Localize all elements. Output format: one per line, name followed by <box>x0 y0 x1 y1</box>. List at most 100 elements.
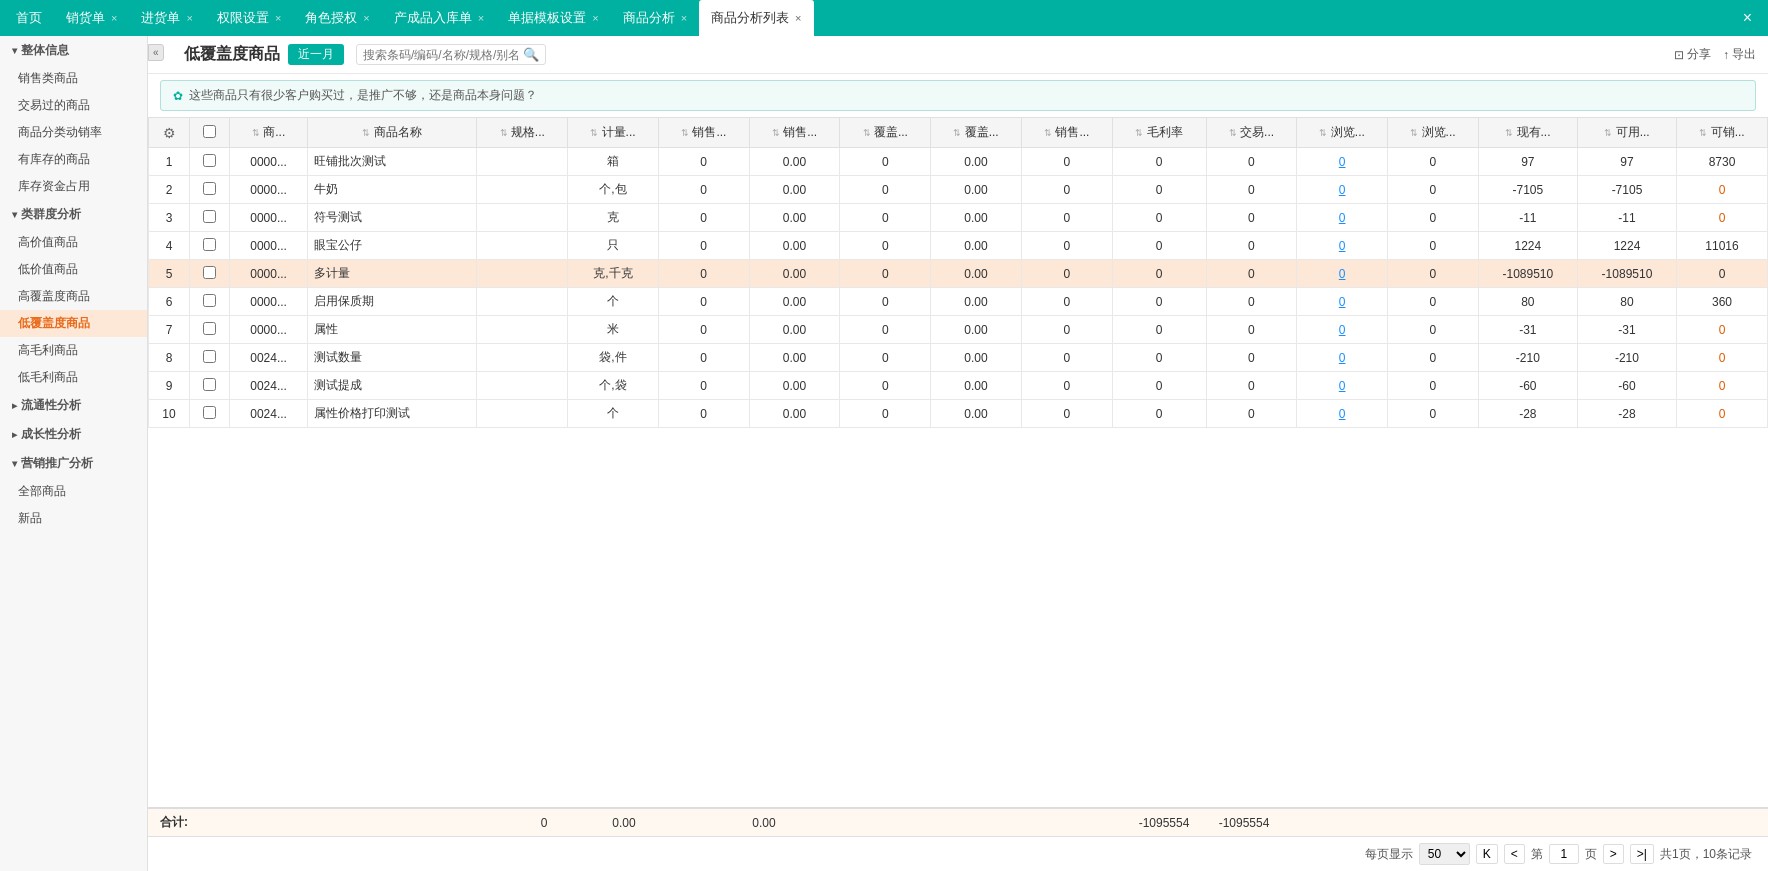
col-settings[interactable]: ⚙ <box>149 118 190 148</box>
export-button[interactable]: ↑ 导出 <box>1723 46 1756 63</box>
sidebar-item-low-coverage[interactable]: 低覆盖度商品 <box>0 310 147 337</box>
browse-link[interactable]: 0 <box>1339 267 1346 281</box>
row-checkbox[interactable] <box>190 148 230 176</box>
browse-link[interactable]: 0 <box>1339 155 1346 169</box>
sidebar-item-category-sales-rate[interactable]: 商品分类动销率 <box>0 119 147 146</box>
row-checkbox[interactable] <box>190 204 230 232</box>
row-browse1[interactable]: 0 <box>1297 372 1388 400</box>
col-name[interactable]: ⇅ 商品名称 <box>307 118 477 148</box>
row-browse1[interactable]: 0 <box>1297 232 1388 260</box>
sidebar-item-sales-products[interactable]: 销售类商品 <box>0 65 147 92</box>
prev-page-button[interactable]: < <box>1504 844 1525 864</box>
close-icon[interactable]: × <box>592 0 598 36</box>
next-page-button[interactable]: > <box>1603 844 1624 864</box>
row-browse1[interactable]: 0 <box>1297 316 1388 344</box>
sidebar-item-high-margin[interactable]: 高毛利商品 <box>0 337 147 364</box>
share-button[interactable]: ⊡ 分享 <box>1674 46 1711 63</box>
col-coverage2[interactable]: ⇅ 覆盖... <box>931 118 1022 148</box>
sidebar-toggle-button[interactable]: « <box>148 44 164 61</box>
col-sales3[interactable]: ⇅ 销售... <box>1021 118 1112 148</box>
period-button[interactable]: 近一月 <box>288 44 344 65</box>
sidebar-item-low-value[interactable]: 低价值商品 <box>0 256 147 283</box>
sidebar-section-marketing[interactable]: ▾ 营销推广分析 <box>0 449 147 478</box>
col-available[interactable]: ⇅ 可用... <box>1577 118 1676 148</box>
col-sellable[interactable]: ⇅ 可销... <box>1677 118 1768 148</box>
table-wrapper[interactable]: ⚙ ⇅ 商... ⇅ 商品名称 ⇅ 规格... ⇅ 计量... ⇅ 销售... … <box>148 117 1768 807</box>
sidebar-item-traded-products[interactable]: 交易过的商品 <box>0 92 147 119</box>
browse-link[interactable]: 0 <box>1339 211 1346 225</box>
col-browse2[interactable]: ⇅ 浏览... <box>1388 118 1479 148</box>
select-all-checkbox[interactable] <box>203 125 216 138</box>
nav-permission[interactable]: 权限设置 × <box>205 0 293 36</box>
nav-product-analysis[interactable]: 商品分析 × <box>611 0 699 36</box>
current-page-input[interactable] <box>1549 844 1579 864</box>
browse-link[interactable]: 0 <box>1339 183 1346 197</box>
col-gross-margin[interactable]: ⇅ 毛利率 <box>1112 118 1206 148</box>
nav-purchase-order[interactable]: 进货单 × <box>129 0 204 36</box>
close-icon[interactable]: × <box>275 0 281 36</box>
search-icon[interactable]: 🔍 <box>523 47 539 62</box>
row-browse1[interactable]: 0 <box>1297 176 1388 204</box>
col-sales-count[interactable]: ⇅ 销售... <box>658 118 749 148</box>
nav-template-settings[interactable]: 单据模板设置 × <box>496 0 610 36</box>
sidebar-item-all-products[interactable]: 全部商品 <box>0 478 147 505</box>
per-page-select[interactable]: 50 20 100 200 <box>1419 843 1470 865</box>
row-checkbox[interactable] <box>190 260 230 288</box>
row-browse1[interactable]: 0 <box>1297 148 1388 176</box>
row-checkbox[interactable] <box>190 232 230 260</box>
search-input[interactable] <box>363 48 523 62</box>
sidebar-item-stock-capital[interactable]: 库存资金占用 <box>0 173 147 200</box>
close-icon[interactable]: × <box>681 0 687 36</box>
row-checkbox[interactable] <box>190 288 230 316</box>
col-unit[interactable]: ⇅ 计量... <box>568 118 659 148</box>
nav-product-warehouse[interactable]: 产成品入库单 × <box>382 0 496 36</box>
close-icon[interactable]: × <box>478 0 484 36</box>
col-checkbox[interactable] <box>190 118 230 148</box>
col-spec[interactable]: ⇅ 规格... <box>477 118 568 148</box>
sidebar-item-new-products[interactable]: 新品 <box>0 505 147 532</box>
col-transaction[interactable]: ⇅ 交易... <box>1206 118 1297 148</box>
sidebar-item-low-margin[interactable]: 低毛利商品 <box>0 364 147 391</box>
browse-link[interactable]: 0 <box>1339 239 1346 253</box>
sidebar-section-growth[interactable]: ▸ 成长性分析 <box>0 420 147 449</box>
sidebar-item-high-coverage[interactable]: 高覆盖度商品 <box>0 283 147 310</box>
col-code[interactable]: ⇅ 商... <box>230 118 307 148</box>
browse-link[interactable]: 0 <box>1339 379 1346 393</box>
close-icon[interactable]: × <box>363 0 369 36</box>
col-browse1[interactable]: ⇅ 浏览... <box>1297 118 1388 148</box>
row-checkbox[interactable] <box>190 316 230 344</box>
sidebar-item-in-stock[interactable]: 有库存的商品 <box>0 146 147 173</box>
close-icon[interactable]: × <box>186 0 192 36</box>
close-active-icon[interactable]: × <box>795 0 801 36</box>
row-checkbox[interactable] <box>190 372 230 400</box>
first-page-button[interactable]: K <box>1476 844 1498 864</box>
sidebar-item-high-value[interactable]: 高价值商品 <box>0 229 147 256</box>
row-num: 1 <box>149 148 190 176</box>
row-browse1[interactable]: 0 <box>1297 288 1388 316</box>
row-checkbox[interactable] <box>190 400 230 428</box>
row-browse1[interactable]: 0 <box>1297 260 1388 288</box>
close-all-button[interactable]: × <box>1731 9 1764 27</box>
col-coverage1[interactable]: ⇅ 覆盖... <box>840 118 931 148</box>
col-current-stock[interactable]: ⇅ 现有... <box>1478 118 1577 148</box>
nav-home[interactable]: 首页 <box>4 0 54 36</box>
settings-icon[interactable]: ⚙ <box>163 125 176 141</box>
row-browse1[interactable]: 0 <box>1297 204 1388 232</box>
nav-role-auth[interactable]: 角色授权 × <box>293 0 381 36</box>
nav-product-analysis-list[interactable]: 商品分析列表 × <box>699 0 813 36</box>
sidebar-section-liquidity[interactable]: ▸ 流通性分析 <box>0 391 147 420</box>
row-browse1[interactable]: 0 <box>1297 400 1388 428</box>
close-icon[interactable]: × <box>111 0 117 36</box>
browse-link[interactable]: 0 <box>1339 351 1346 365</box>
browse-link[interactable]: 0 <box>1339 407 1346 421</box>
sidebar-section-cluster[interactable]: ▾ 类群度分析 <box>0 200 147 229</box>
browse-link[interactable]: 0 <box>1339 295 1346 309</box>
row-checkbox[interactable] <box>190 344 230 372</box>
nav-sales-order[interactable]: 销货单 × <box>54 0 129 36</box>
row-checkbox[interactable] <box>190 176 230 204</box>
row-browse1[interactable]: 0 <box>1297 344 1388 372</box>
col-sales-amount[interactable]: ⇅ 销售... <box>749 118 840 148</box>
last-page-button[interactable]: >| <box>1630 844 1654 864</box>
browse-link[interactable]: 0 <box>1339 323 1346 337</box>
sidebar-section-overall[interactable]: ▾ 整体信息 <box>0 36 147 65</box>
